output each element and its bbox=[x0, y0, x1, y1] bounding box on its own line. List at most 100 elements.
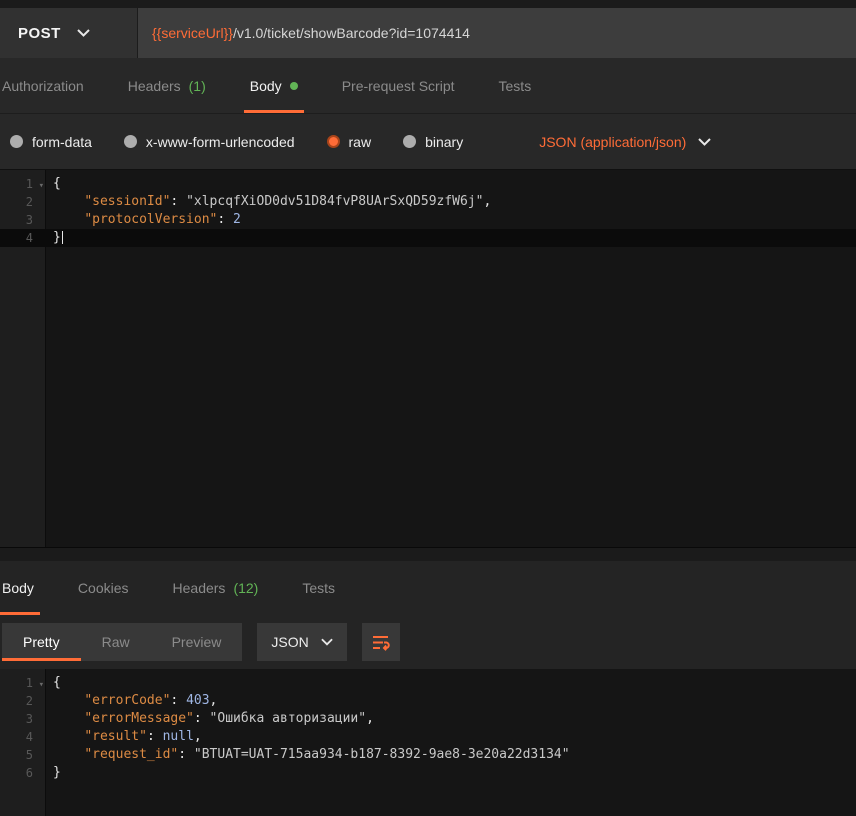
tab-label: Cookies bbox=[77, 580, 129, 596]
chevron-down-icon bbox=[321, 638, 333, 646]
response-tab-body[interactable]: Body bbox=[0, 561, 40, 615]
code-text: "result": null, bbox=[84, 729, 202, 744]
url-input[interactable]: {{serviceUrl}}/v1.0/ticket/showBarcode?i… bbox=[138, 8, 856, 58]
line-number: 4 bbox=[25, 730, 33, 744]
radio-icon bbox=[10, 135, 23, 148]
code-text: { bbox=[53, 675, 61, 690]
view-raw[interactable]: Raw bbox=[81, 623, 151, 661]
tab-label: Tests bbox=[498, 77, 532, 94]
mode-binary[interactable]: binary bbox=[403, 134, 463, 150]
mode-raw[interactable]: raw bbox=[326, 133, 372, 150]
line-number: 5 bbox=[25, 748, 33, 762]
mode-label: raw bbox=[348, 133, 372, 150]
radio-selected-icon bbox=[326, 135, 340, 148]
response-toolbar: Pretty Raw Preview JSON bbox=[0, 615, 856, 669]
view-label: Pretty bbox=[23, 634, 60, 650]
code-text: } bbox=[53, 765, 61, 780]
line-number: 4 bbox=[25, 231, 33, 245]
response-tab-tests[interactable]: Tests bbox=[302, 561, 335, 615]
code-line: 1 ▾ { bbox=[0, 674, 856, 692]
view-mode-switch: Pretty Raw Preview bbox=[2, 623, 243, 661]
active-tab-underline bbox=[243, 110, 304, 113]
code-line: 3 "protocolVersion": 2 bbox=[0, 211, 856, 229]
tab-headers[interactable]: Headers (1) bbox=[128, 58, 206, 113]
format-label: JSON bbox=[271, 634, 309, 650]
active-tab-underline bbox=[0, 612, 40, 615]
method-dropdown[interactable]: POST bbox=[0, 8, 138, 58]
active-view-underline bbox=[2, 658, 81, 661]
tab-tests[interactable]: Tests bbox=[499, 58, 532, 113]
code-text: "request_id": "BTUAT=UAT-715aa934-b187-8… bbox=[84, 747, 570, 762]
tab-label: Authorization bbox=[2, 77, 84, 94]
body-mode-bar: form-data x-www-form-urlencoded raw bina… bbox=[0, 114, 856, 170]
code-line: 2 "sessionId": "xlpcqfXiOD0dv51D84fvP8UA… bbox=[0, 193, 856, 211]
wrap-text-icon bbox=[372, 635, 390, 651]
line-number: 6 bbox=[25, 766, 33, 780]
code-line: 2 "errorCode": 403, bbox=[0, 692, 856, 710]
chevron-down-icon bbox=[698, 137, 711, 146]
pane-splitter[interactable] bbox=[0, 547, 856, 561]
headers-count-badge: (12) bbox=[233, 580, 259, 596]
code-line: 4} bbox=[0, 229, 856, 247]
code-line: 6} bbox=[0, 764, 856, 782]
view-pretty[interactable]: Pretty bbox=[2, 623, 81, 661]
code-text: { bbox=[53, 176, 61, 191]
mode-label: form-data bbox=[32, 133, 92, 150]
view-label: Preview bbox=[171, 634, 222, 650]
response-code-lines: 1 ▾{2 "errorCode": 403, 3 "errorMessage": … bbox=[0, 669, 856, 782]
line-number: 1 ▾ bbox=[0, 175, 46, 193]
content-type-dropdown[interactable]: JSON (application/json) bbox=[539, 134, 711, 150]
request-tabs: Authorization Headers (1) Body Pre-reque… bbox=[0, 58, 856, 114]
request-body-editor[interactable]: 1 ▾ {2 "sessionId": "xlpcqfXiOD0dv51D84fvP… bbox=[0, 170, 856, 547]
tab-label: Headers bbox=[172, 580, 226, 596]
tab-label: Tests bbox=[302, 580, 336, 596]
code-line: 1 ▾ { bbox=[0, 175, 856, 193]
tab-body[interactable]: Body bbox=[243, 58, 304, 113]
response-body-viewer: 1 ▾{2 "errorCode": 403, 3 "errorMessage": … bbox=[0, 669, 856, 816]
request-code-lines: 1 ▾ {2 "sessionId": "xlpcqfXiOD0dv51D84fvP… bbox=[0, 170, 856, 247]
top-gap bbox=[0, 0, 856, 8]
method-label: POST bbox=[18, 24, 61, 42]
text-cursor bbox=[61, 231, 63, 244]
body-filled-dot-icon bbox=[289, 81, 298, 90]
code-text: } bbox=[53, 230, 63, 245]
tab-label: Body bbox=[249, 77, 282, 94]
radio-icon bbox=[123, 135, 137, 148]
tab-authorization[interactable]: Authorization bbox=[2, 58, 84, 113]
code-text: "errorCode": 403, bbox=[84, 693, 218, 708]
mode-form-data[interactable]: form-data bbox=[10, 134, 92, 150]
line-number: 3 bbox=[25, 213, 33, 227]
code-line: 3 "errorMessage": "Ошибка авторизации", bbox=[0, 710, 856, 728]
mode-x-www-form-urlencoded[interactable]: x-www-form-urlencoded bbox=[123, 133, 295, 150]
mode-label: binary bbox=[425, 133, 464, 150]
line-number: 2 bbox=[25, 195, 33, 209]
response-tab-cookies[interactable]: Cookies bbox=[78, 561, 129, 615]
line-number: 3 bbox=[25, 712, 33, 726]
url-variable: {{serviceUrl}} bbox=[152, 25, 233, 41]
tab-label: Body bbox=[2, 580, 34, 596]
postman-app: POST {{serviceUrl}}/v1.0/ticket/showBarc… bbox=[0, 0, 856, 816]
code-text: "sessionId": "xlpcqfXiOD0dv51D84fvP8UArS… bbox=[84, 194, 492, 209]
request-url-bar: POST {{serviceUrl}}/v1.0/ticket/showBarc… bbox=[0, 8, 856, 58]
response-tabs: Body Cookies Headers (12) Tests bbox=[0, 561, 856, 615]
view-preview[interactable]: Preview bbox=[151, 623, 243, 661]
tab-label: Headers bbox=[127, 77, 181, 94]
mode-label: x-www-form-urlencoded bbox=[145, 133, 295, 150]
code-text: "protocolVersion": 2 bbox=[84, 212, 241, 227]
view-label: Raw bbox=[101, 634, 130, 650]
url-path: /v1.0/ticket/showBarcode?id=1074414 bbox=[232, 25, 470, 41]
code-text: "errorMessage": "Ошибка авторизации", bbox=[84, 711, 374, 726]
code-line: 5 "request_id": "BTUAT=UAT-715aa934-b187… bbox=[0, 746, 856, 764]
chevron-down-icon bbox=[77, 29, 90, 37]
content-type-label: JSON (application/json) bbox=[539, 133, 687, 150]
wrap-text-button[interactable] bbox=[361, 623, 400, 661]
line-number: 2 bbox=[25, 694, 33, 708]
tab-pre-request-script[interactable]: Pre-request Script bbox=[342, 58, 455, 113]
headers-count-badge: (1) bbox=[188, 77, 206, 94]
radio-icon bbox=[403, 135, 417, 148]
response-tab-headers[interactable]: Headers (12) bbox=[173, 561, 259, 615]
tab-label: Pre-request Script bbox=[341, 77, 455, 94]
code-line: 4 "result": null, bbox=[0, 728, 856, 746]
line-number: 1 ▾ bbox=[0, 674, 46, 692]
response-format-dropdown[interactable]: JSON bbox=[257, 623, 347, 661]
